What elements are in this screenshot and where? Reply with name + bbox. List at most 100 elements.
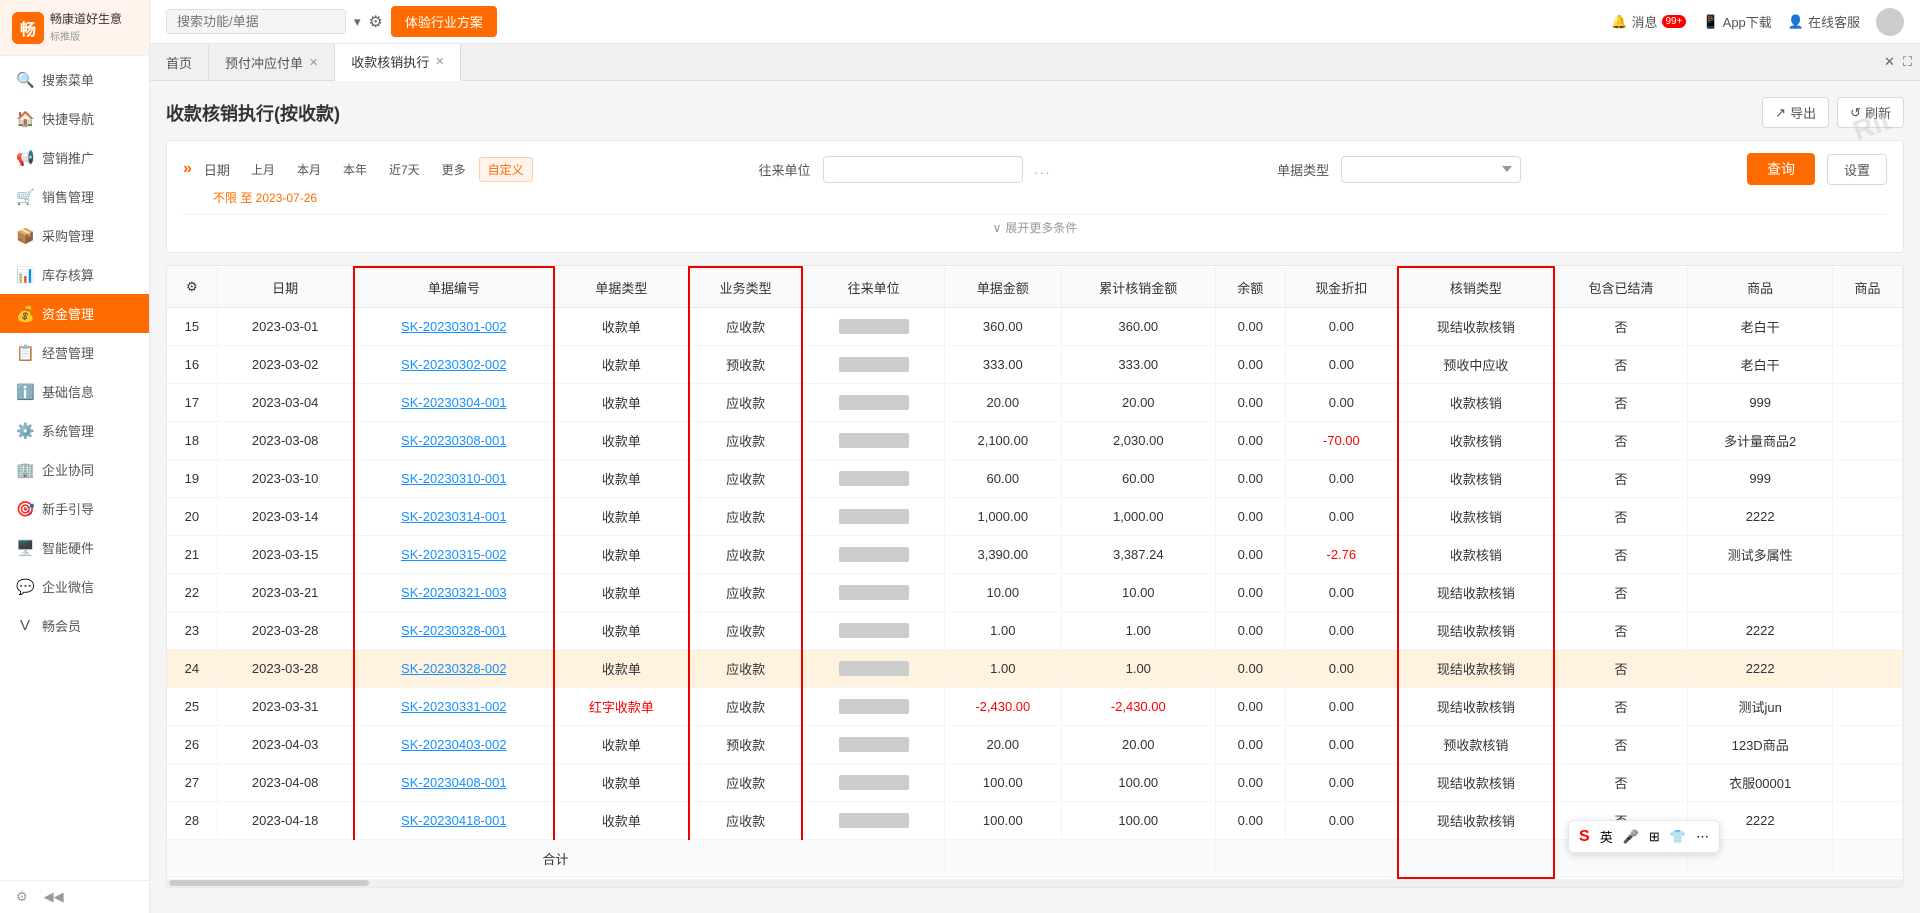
cell-bill-no[interactable]: SK-20230308-001 xyxy=(354,422,554,460)
bill-no-link[interactable]: SK-20230310-001 xyxy=(401,471,507,486)
user-avatar[interactable] xyxy=(1876,8,1904,36)
bill-no-link[interactable]: SK-20230403-002 xyxy=(401,737,507,752)
sidebar-item-guide[interactable]: 🎯新手引导 xyxy=(0,489,149,528)
bill-no-link[interactable]: SK-20230328-002 xyxy=(401,661,507,676)
scroll-bar[interactable] xyxy=(167,879,1903,887)
bill-no-link[interactable]: SK-20230308-001 xyxy=(401,433,507,448)
date-btn-7days[interactable]: 近7天 xyxy=(380,157,429,182)
sidebar-item-quick[interactable]: 🏠快捷导航 xyxy=(0,99,149,138)
cell-bill-no[interactable]: SK-20230328-002 xyxy=(354,650,554,688)
service-action[interactable]: 👤 在线客服 xyxy=(1788,12,1860,31)
message-action[interactable]: 🔔 消息 99+ xyxy=(1611,12,1686,31)
cell-bill-no[interactable]: SK-20230302-002 xyxy=(354,346,554,384)
export-btn[interactable]: ↗ 导出 xyxy=(1762,97,1829,128)
sidebar-item-member[interactable]: V畅会员 xyxy=(0,606,149,645)
date-btn-more[interactable]: 更多 xyxy=(433,157,475,182)
bill-no-link[interactable]: SK-20230418-001 xyxy=(401,813,507,828)
cell-bill-no[interactable]: SK-20230418-001 xyxy=(354,802,554,840)
query-btn[interactable]: 查询 xyxy=(1747,153,1815,185)
sidebar-item-finance[interactable]: 💰资金管理 xyxy=(0,294,149,333)
col-header-discount[interactable]: 现金折扣 xyxy=(1285,267,1398,308)
bill-no-link[interactable]: SK-20230328-001 xyxy=(401,623,507,638)
cell-bill-no[interactable]: SK-20230315-002 xyxy=(354,536,554,574)
topbar-dropdown[interactable]: ▾ xyxy=(354,14,361,30)
tab-collection[interactable]: 收款核销执行 ✕ xyxy=(335,44,461,81)
col-header-product2[interactable]: 商品 xyxy=(1833,267,1903,308)
ime-mic-icon[interactable]: 🎤 xyxy=(1623,829,1639,845)
cell-bill-no[interactable]: SK-20230304-001 xyxy=(354,384,554,422)
ime-grid-icon[interactable]: ⊞ xyxy=(1649,829,1660,845)
cell-idx: 27 xyxy=(167,764,217,802)
cell-bill-no[interactable]: SK-20230408-001 xyxy=(354,764,554,802)
filter-expand-toggle[interactable]: » xyxy=(183,160,192,178)
sidebar-item-sales[interactable]: 🛒销售管理 xyxy=(0,177,149,216)
col-header-writeoff-type[interactable]: 核销类型 xyxy=(1398,267,1554,308)
bill-no-link[interactable]: SK-20230315-002 xyxy=(401,547,507,562)
solution-btn[interactable]: 体验行业方案 xyxy=(391,6,497,37)
bill-no-link[interactable]: SK-20230321-003 xyxy=(401,585,507,600)
tab-prepay[interactable]: 预付冲应付单 ✕ xyxy=(209,45,335,80)
receipt-type-select[interactable] xyxy=(1341,156,1521,183)
cell-bill-no[interactable]: SK-20230301-002 xyxy=(354,308,554,346)
col-header-bill-type[interactable]: 单据类型 xyxy=(554,267,689,308)
sidebar-item-purchase[interactable]: 📦采购管理 xyxy=(0,216,149,255)
window-close-icon[interactable]: ✕ xyxy=(1884,54,1895,70)
table-row: 25 2023-03-31 SK-20230331-002 红字收款单 应收款 … xyxy=(167,688,1903,726)
col-header-date[interactable]: 日期 xyxy=(217,267,353,308)
tab-home[interactable]: 首页 xyxy=(150,45,209,80)
col-header-bill-no[interactable]: 单据编号 xyxy=(354,267,554,308)
topbar-settings-icon[interactable]: ⚙ xyxy=(369,12,383,32)
date-btn-this-month[interactable]: 本月 xyxy=(288,157,330,182)
date-btn-this-year[interactable]: 本年 xyxy=(334,157,376,182)
col-header-biz-type[interactable]: 业务类型 xyxy=(689,267,803,308)
sidebar-item-company[interactable]: 🏢企业协同 xyxy=(0,450,149,489)
setting-btn[interactable]: 设置 xyxy=(1827,154,1887,185)
col-header-amount[interactable]: 单据金额 xyxy=(944,267,1061,308)
cell-bill-no[interactable]: SK-20230314-001 xyxy=(354,498,554,536)
bill-no-link[interactable]: SK-20230304-001 xyxy=(401,395,507,410)
sidebar-item-search[interactable]: 🔍搜索菜单 xyxy=(0,60,149,99)
bill-no-link[interactable]: SK-20230302-002 xyxy=(401,357,507,372)
expand-conditions-btn[interactable]: ∨ 展开更多条件 xyxy=(993,219,1078,236)
nav-icon-sales: 🛒 xyxy=(16,188,34,206)
sidebar-item-marketing[interactable]: 📢营销推广 xyxy=(0,138,149,177)
date-btn-custom[interactable]: 自定义 xyxy=(479,157,533,182)
bill-no-link[interactable]: SK-20230314-001 xyxy=(401,509,507,524)
cell-bill-no[interactable]: SK-20230403-002 xyxy=(354,726,554,764)
bill-no-link[interactable]: SK-20230408-001 xyxy=(401,775,507,790)
cell-product2 xyxy=(1833,764,1903,802)
app-download-action[interactable]: 📱 App下载 xyxy=(1702,12,1771,31)
ime-shirt-icon[interactable]: 👕 xyxy=(1670,829,1686,845)
collapse-icon[interactable]: ◀◀ xyxy=(44,889,64,905)
col-header-partner[interactable]: 往来单位 xyxy=(802,267,944,308)
sidebar-item-basic[interactable]: ℹ️基础信息 xyxy=(0,372,149,411)
date-btn-last-month[interactable]: 上月 xyxy=(242,157,284,182)
sidebar-item-system[interactable]: ⚙️系统管理 xyxy=(0,411,149,450)
sidebar-item-operation[interactable]: 📋经营管理 xyxy=(0,333,149,372)
sidebar-item-hardware[interactable]: 🖥️智能硬件 xyxy=(0,528,149,567)
col-header-product[interactable]: 商品 xyxy=(1688,267,1833,308)
col-header-written-off[interactable]: 累计核销金额 xyxy=(1061,267,1215,308)
nav-icon-member: V xyxy=(16,617,34,634)
partner-input[interactable] xyxy=(823,156,1023,183)
col-header-balance[interactable]: 余额 xyxy=(1215,267,1285,308)
window-expand-icon[interactable]: ⛶ xyxy=(1903,54,1912,70)
bill-no-link[interactable]: SK-20230301-002 xyxy=(401,319,507,334)
ime-english-btn[interactable]: 英 xyxy=(1600,827,1613,846)
cell-biz-type: 应收款 xyxy=(689,574,803,612)
cell-bill-no[interactable]: SK-20230321-003 xyxy=(354,574,554,612)
settings-icon[interactable]: ⚙ xyxy=(16,889,28,905)
cell-bill-no[interactable]: SK-20230331-002 xyxy=(354,688,554,726)
cell-bill-no[interactable]: SK-20230328-001 xyxy=(354,612,554,650)
cell-bill-no[interactable]: SK-20230310-001 xyxy=(354,460,554,498)
tab-collection-close[interactable]: ✕ xyxy=(435,55,444,68)
search-input[interactable] xyxy=(166,9,346,34)
bill-no-link[interactable]: SK-20230331-002 xyxy=(401,699,507,714)
col-header-include-clear[interactable]: 包含已结清 xyxy=(1554,267,1688,308)
sidebar-item-inventory[interactable]: 📊库存核算 xyxy=(0,255,149,294)
refresh-btn[interactable]: ↺ 刷新 xyxy=(1837,97,1904,128)
sidebar-item-wechat[interactable]: 💬企业微信 xyxy=(0,567,149,606)
scroll-thumb[interactable] xyxy=(169,880,369,886)
ime-more-icon[interactable]: ⋯ xyxy=(1696,829,1709,845)
tab-prepay-close[interactable]: ✕ xyxy=(309,56,318,69)
